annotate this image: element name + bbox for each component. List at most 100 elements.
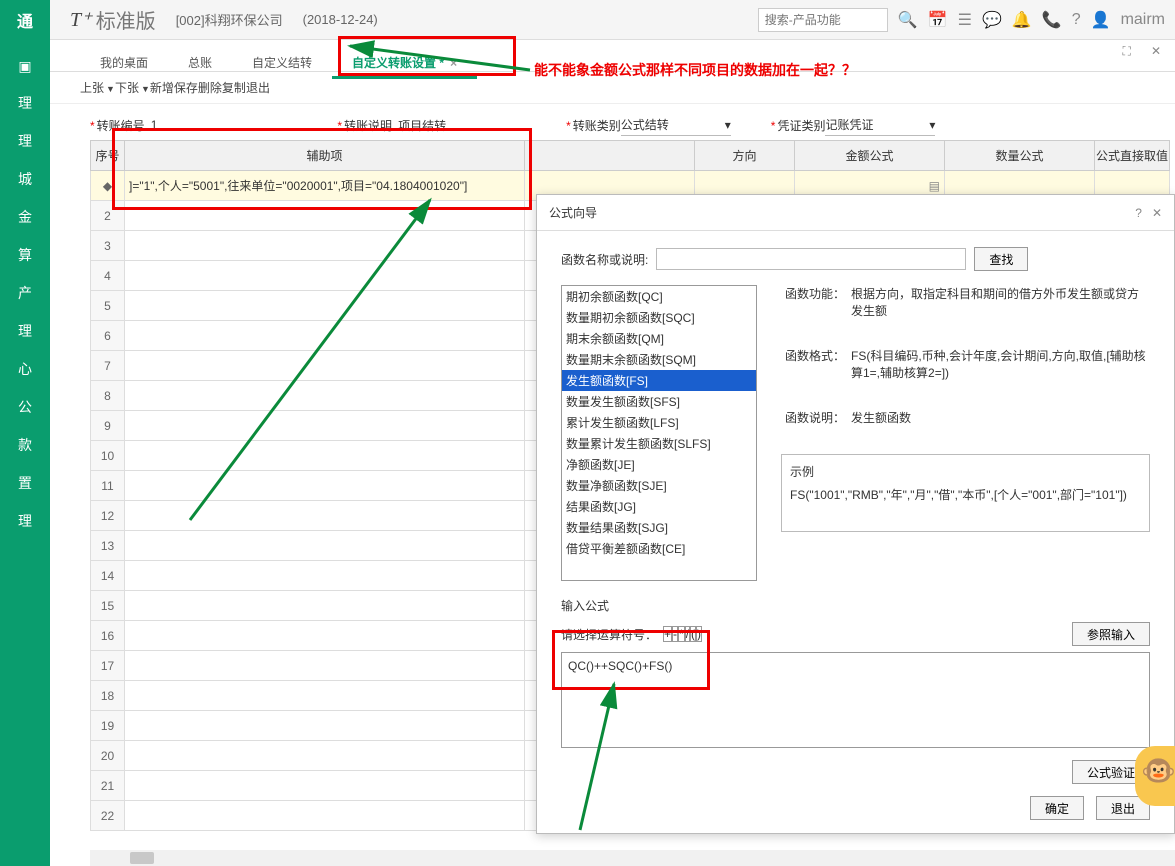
cell-aux[interactable] — [125, 381, 525, 411]
nav-item[interactable]: 金 — [4, 207, 46, 227]
row-number: 12 — [91, 501, 125, 531]
cell-aux[interactable] — [125, 711, 525, 741]
phone-icon[interactable]: 📞 — [1042, 10, 1062, 30]
cell-aux[interactable] — [125, 441, 525, 471]
search-icon[interactable]: 🔍 — [898, 10, 918, 30]
assistant-mascot[interactable] — [1135, 746, 1175, 806]
toolbar-item[interactable]: 新增 — [150, 81, 174, 95]
nav-icon[interactable]: ▣ — [4, 58, 46, 75]
close-tab-icon[interactable]: ✕ — [1151, 44, 1161, 59]
function-list[interactable]: 期初余额函数[QC]数量期初余额函数[SQC]期末余额函数[QM]数量期末余额函… — [561, 285, 757, 581]
function-item[interactable]: 数量发生额函数[SFS] — [562, 391, 756, 412]
cell-aux[interactable]: ]="1",个人="5001",往来单位="0020001",项目="04.18… — [125, 171, 525, 201]
transfer-no-value[interactable]: 1 — [151, 118, 158, 132]
toolbar-item[interactable]: 上张▼ — [80, 81, 115, 95]
close-icon[interactable]: × — [450, 56, 457, 70]
nav-item[interactable]: 公 — [4, 397, 46, 417]
ok-button[interactable]: 确定 — [1030, 796, 1084, 820]
fn-desc-label: 函数说明： — [781, 409, 851, 426]
function-item[interactable]: 数量净额函数[SJE] — [562, 475, 756, 496]
maximize-icon[interactable]: ⛶ — [1123, 44, 1131, 59]
search-input[interactable] — [758, 8, 888, 32]
user-icon[interactable]: 👤 — [1091, 10, 1111, 30]
function-item[interactable]: 数量累计发生额函数[SLFS] — [562, 433, 756, 454]
operator-button[interactable]: * — [678, 626, 685, 642]
cell-aux[interactable] — [125, 561, 525, 591]
row-number: 11 — [91, 471, 125, 501]
nav-item[interactable]: 城 — [4, 169, 46, 189]
toolbar-item[interactable]: 保存 — [174, 81, 198, 95]
op-select-label: 请选择运算符号： — [561, 626, 657, 643]
row-number: 15 — [91, 591, 125, 621]
cell-aux[interactable] — [125, 291, 525, 321]
cell-aux[interactable] — [125, 801, 525, 831]
cell-aux[interactable] — [125, 621, 525, 651]
function-item[interactable]: 数量期初余额函数[SQC] — [562, 307, 756, 328]
voucher-type-select[interactable]: 记账凭证▾ — [825, 114, 935, 136]
top-bar: T⁺ 标准版 [002]科翔环保公司 (2018-12-24) 🔍 📅 ☰ 💬 … — [50, 0, 1175, 40]
cell-aux[interactable] — [125, 681, 525, 711]
calendar-icon[interactable]: 📅 — [928, 10, 948, 30]
cell-aux[interactable] — [125, 741, 525, 771]
cell-aux[interactable] — [125, 471, 525, 501]
nav-item[interactable]: 算 — [4, 245, 46, 265]
row-number: 4 — [91, 261, 125, 291]
function-item[interactable]: 净额函数[JE] — [562, 454, 756, 475]
cell-aux[interactable] — [125, 501, 525, 531]
toolbar-item[interactable]: 删除 — [198, 81, 222, 95]
fn-example-box: 示例 FS("1001","RMB","年","月","借","本币",[个人=… — [781, 454, 1150, 532]
cell-aux[interactable] — [125, 411, 525, 441]
row-number: 5 — [91, 291, 125, 321]
function-item[interactable]: 期初余额函数[QC] — [562, 286, 756, 307]
chat-icon[interactable]: 💬 — [982, 10, 1002, 30]
transfer-type-select[interactable]: 公式结转▾ — [621, 114, 731, 136]
toolbar-item[interactable]: 退出 — [246, 81, 270, 95]
nav-item[interactable]: 置 — [4, 473, 46, 493]
cell-aux[interactable] — [125, 261, 525, 291]
cell-aux[interactable] — [125, 231, 525, 261]
nav-item[interactable]: 产 — [4, 283, 46, 303]
row-number: 18 — [91, 681, 125, 711]
nav-item[interactable]: 理 — [4, 131, 46, 151]
function-item[interactable]: 借贷平衡差额函数[CE] — [562, 538, 756, 559]
function-item[interactable]: 数量结果函数[SJG] — [562, 517, 756, 538]
help-icon[interactable]: ? — [1072, 11, 1081, 29]
transfer-desc-value[interactable]: 项目结转 — [398, 117, 446, 134]
nav-item[interactable]: 理 — [4, 321, 46, 341]
cell-aux[interactable] — [125, 351, 525, 381]
nav-item[interactable]: 款 — [4, 435, 46, 455]
help-icon[interactable]: ? — [1135, 206, 1142, 220]
function-item[interactable]: 累计发生额函数[LFS] — [562, 412, 756, 433]
function-item[interactable]: 数量期末余额函数[SQM] — [562, 349, 756, 370]
fn-search-input[interactable] — [656, 248, 966, 270]
bell-icon[interactable]: 🔔 — [1012, 10, 1032, 30]
function-item[interactable]: 结果函数[JG] — [562, 496, 756, 517]
cell-aux[interactable] — [125, 651, 525, 681]
toolbar-item[interactable]: 复制 — [222, 81, 246, 95]
function-item[interactable]: 期末余额函数[QM] — [562, 328, 756, 349]
lookup-icon[interactable]: ▤ — [929, 179, 940, 193]
function-item[interactable]: 发生额函数[FS] — [562, 370, 756, 391]
cell-aux[interactable] — [125, 321, 525, 351]
list-icon[interactable]: ☰ — [958, 10, 972, 30]
cell-aux[interactable] — [125, 531, 525, 561]
toolbar-item[interactable]: 下张▼ — [115, 81, 150, 95]
cell-aux[interactable] — [125, 591, 525, 621]
nav-item[interactable]: 理 — [4, 511, 46, 531]
row-number: 7 — [91, 351, 125, 381]
transfer-no-label: 转账编号 — [97, 119, 145, 133]
operator-button[interactable]: ) — [696, 626, 702, 642]
row-number: 9 — [91, 411, 125, 441]
cell-aux[interactable] — [125, 201, 525, 231]
cell-aux[interactable] — [125, 771, 525, 801]
close-icon[interactable]: ✕ — [1152, 206, 1162, 220]
formula-textarea[interactable]: QC()++SQC()+FS() — [561, 652, 1150, 748]
horizontal-scrollbar[interactable] — [90, 850, 1175, 866]
nav-item[interactable]: 心 — [4, 359, 46, 379]
user-name[interactable]: mairm — [1121, 11, 1165, 29]
search-button[interactable]: 查找 — [974, 247, 1028, 271]
ref-input-button[interactable]: 参照输入 — [1072, 622, 1150, 646]
voucher-type-label: 凭证类别 — [777, 119, 825, 133]
nav-item[interactable]: 理 — [4, 93, 46, 113]
operator-button[interactable]: + — [663, 626, 672, 642]
